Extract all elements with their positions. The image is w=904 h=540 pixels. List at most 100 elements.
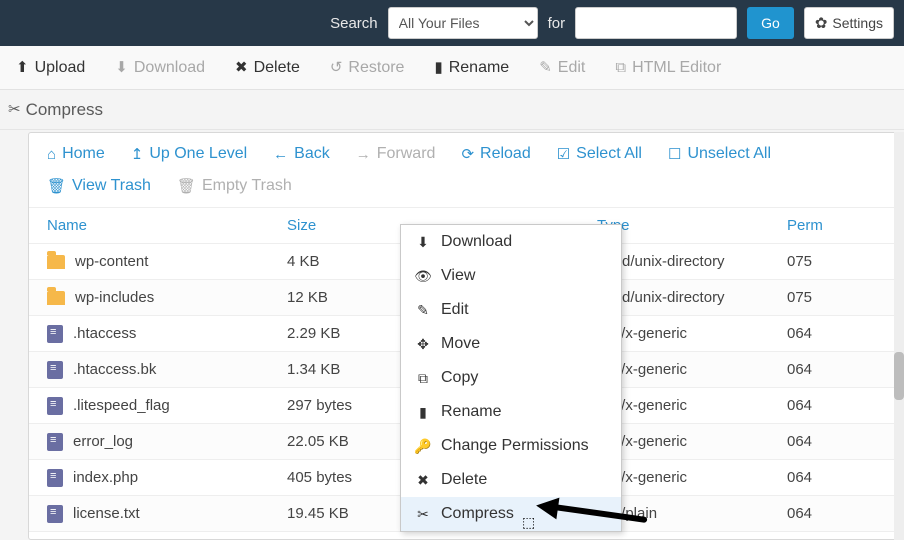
cell-type: text/x-generic: [597, 433, 787, 450]
col-type-header[interactable]: Type: [597, 217, 787, 234]
nav-home-label: Home: [62, 145, 105, 163]
nav-unselect-all[interactable]: ☐Unselect All: [668, 145, 771, 163]
rename-label: Rename: [449, 59, 509, 77]
file-name: .litespeed_flag: [73, 397, 170, 414]
rename-button[interactable]: ▮ Rename: [434, 59, 509, 77]
reload-icon: ⟳: [461, 147, 474, 162]
restore-label: Restore: [348, 59, 404, 77]
search-filter-select[interactable]: All Your Files: [388, 7, 538, 39]
download-icon: ⬇: [115, 60, 128, 75]
download-button[interactable]: ⬇ Download: [115, 59, 205, 77]
gear-icon: ✿: [815, 16, 828, 31]
ctx-view-label: View: [441, 267, 475, 285]
ctx-move-label: Move: [441, 335, 480, 353]
scrollbar-thumb[interactable]: [894, 352, 904, 400]
cell-name: .htaccess: [47, 325, 287, 343]
select-all-icon: ☑: [557, 147, 570, 162]
home-icon: ⌂: [47, 147, 56, 162]
nav-select-all[interactable]: ☑Select All: [557, 145, 642, 163]
top-bar: Search All Your Files for Go ✿ Settings: [0, 0, 904, 46]
nav-reload[interactable]: ⟳Reload: [461, 145, 530, 163]
ctx-change-permissions[interactable]: 🔑 Change Permissions: [401, 429, 621, 463]
nav-row: ⌂ Home ↥Up One Level ←Back →Forward ⟳Relo…: [29, 133, 897, 208]
nav-empty-trash[interactable]: 🗑 Empty Trash: [177, 177, 292, 195]
ctx-rename[interactable]: ▮ Rename: [401, 395, 621, 429]
nav-up[interactable]: ↥Up One Level: [131, 145, 247, 163]
rename-icon: ▮: [434, 60, 442, 75]
ctx-rename-label: Rename: [441, 403, 501, 421]
ctx-copy[interactable]: ⧉ Copy: [401, 361, 621, 395]
back-icon: ←: [273, 147, 288, 162]
delete-icon: ✖: [235, 60, 248, 75]
nav-view-trash[interactable]: 🗑View Trash: [47, 177, 151, 195]
col-perm-header[interactable]: Perm: [787, 217, 857, 234]
col-name-header[interactable]: Name: [47, 217, 287, 234]
file-name: wp-includes: [75, 289, 154, 306]
cell-type: text/x-generic: [597, 361, 787, 378]
file-icon: ▮: [415, 404, 431, 421]
nav-empty-trash-label: Empty Trash: [202, 177, 292, 195]
ctx-edit[interactable]: ✎Edit: [401, 293, 621, 327]
cell-perm: 064: [787, 397, 857, 414]
file-icon: [47, 505, 63, 523]
scrollbar-track[interactable]: [894, 132, 904, 540]
cell-perm: 075: [787, 253, 857, 270]
nav-forward[interactable]: →Forward: [356, 145, 436, 163]
ctx-permissions-label: Change Permissions: [441, 437, 589, 455]
forward-icon: →: [356, 147, 371, 162]
cell-type: httpd/unix-directory: [597, 289, 787, 306]
ctx-copy-label: Copy: [441, 369, 478, 387]
cell-name: index.php: [47, 469, 287, 487]
restore-icon: ↺: [330, 60, 343, 75]
ctx-delete[interactable]: ✖Delete: [401, 463, 621, 497]
settings-label: Settings: [832, 15, 883, 31]
cell-perm: 064: [787, 361, 857, 378]
search-input[interactable]: [575, 7, 737, 39]
nav-view-trash-label: View Trash: [72, 177, 151, 195]
file-name: .htaccess.bk: [73, 361, 156, 378]
copy-icon: ⧉: [415, 370, 431, 387]
ctx-edit-label: Edit: [441, 301, 469, 319]
nav-home[interactable]: ⌂ Home: [47, 145, 105, 163]
key-icon: 🔑: [415, 438, 431, 455]
file-icon: [47, 433, 63, 451]
upload-icon: ⬆: [16, 60, 29, 75]
nav-unselect-all-label: Unselect All: [687, 145, 771, 163]
file-icon: [47, 397, 63, 415]
restore-button[interactable]: ↺ Restore: [330, 59, 405, 77]
upload-label: Upload: [35, 59, 86, 77]
html-editor-button[interactable]: ⧉HTML Editor: [615, 59, 721, 77]
file-name: index.php: [73, 469, 138, 486]
eye-icon: 👁: [415, 268, 431, 285]
compress-button[interactable]: Compress: [26, 100, 103, 120]
ctx-download[interactable]: ⬇Download: [401, 225, 621, 259]
cell-perm: 064: [787, 505, 857, 522]
ctx-move[interactable]: ✥Move: [401, 327, 621, 361]
ctx-delete-label: Delete: [441, 471, 487, 489]
empty-trash-icon: 🗑: [177, 179, 196, 194]
for-label: for: [548, 15, 566, 32]
delete-button[interactable]: ✖ Delete: [235, 59, 300, 77]
edit-icon: ✎: [539, 60, 552, 75]
cell-name: .htaccess.bk: [47, 361, 287, 379]
cell-type: text/x-generic: [597, 469, 787, 486]
settings-button[interactable]: ✿ Settings: [804, 7, 894, 39]
sub-toolbar: ✂ Compress: [0, 90, 904, 130]
cell-name: wp-includes: [47, 289, 287, 306]
go-button[interactable]: Go: [747, 7, 794, 39]
upload-button[interactable]: ⬆ Upload: [16, 59, 85, 77]
download-label: Download: [134, 59, 205, 77]
ctx-view[interactable]: 👁 View: [401, 259, 621, 293]
cell-perm: 064: [787, 469, 857, 486]
nav-up-label: Up One Level: [149, 145, 247, 163]
delete-label: Delete: [254, 59, 300, 77]
edit-label: Edit: [558, 59, 586, 77]
file-name: wp-content: [75, 253, 148, 270]
nav-back[interactable]: ←Back: [273, 145, 330, 163]
cell-type: text/x-generic: [597, 397, 787, 414]
compress-icon: ✂: [415, 506, 431, 523]
cell-name: error_log: [47, 433, 287, 451]
edit-button[interactable]: ✎ Edit: [539, 59, 585, 77]
cell-name: wp-content: [47, 253, 287, 270]
html-editor-label: HTML Editor: [632, 59, 721, 77]
